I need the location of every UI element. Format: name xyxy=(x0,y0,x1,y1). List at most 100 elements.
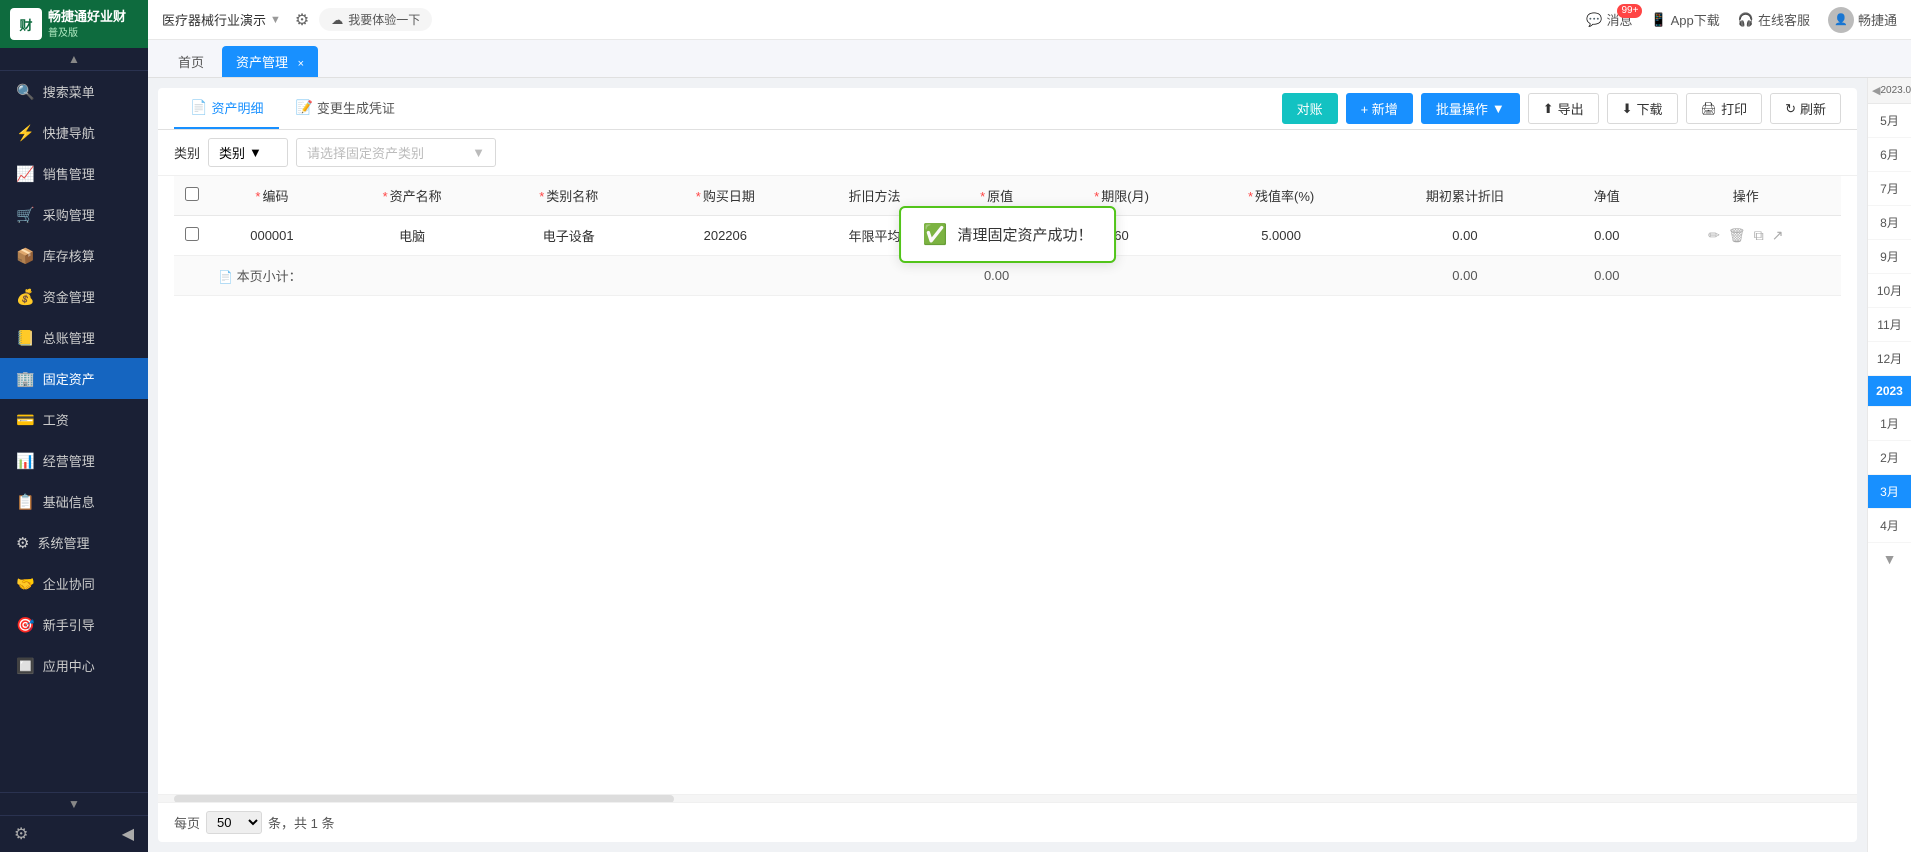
cal-month-7[interactable]: 7月 xyxy=(1868,172,1911,206)
download-icon: ⬇ xyxy=(1622,101,1633,117)
sidebar-item-operations[interactable]: 📊 经营管理 xyxy=(0,440,148,481)
cal-month-11[interactable]: 11月 xyxy=(1868,308,1911,342)
cal-year-2023[interactable]: 2023 xyxy=(1868,376,1911,407)
calendar-left-icon[interactable]: ◀ xyxy=(1872,84,1880,97)
cell-residual-rate: 5.0000 xyxy=(1195,216,1367,256)
collapse-icon[interactable]: ◀ xyxy=(122,824,134,844)
category-value-input[interactable]: 请选择固定资产类别 ▼ xyxy=(296,138,496,167)
export-button[interactable]: ⬆ 导出 xyxy=(1528,93,1599,124)
cal-month-12[interactable]: 12月 xyxy=(1868,342,1911,376)
calendar-bottom-arrow[interactable]: ▼ xyxy=(1883,543,1897,575)
success-toast: ✅ 清理固定资产成功！ xyxy=(899,206,1117,263)
appstore-icon: 🔲 xyxy=(16,657,35,675)
table-container: ✅ 清理固定资产成功！ *编码 *资产名称 *类别名称 *购买日期 xyxy=(158,176,1857,794)
content-panel: 📄 资产明细 📝 变更生成凭证 对账 + 新增 批量操作 ▼ ⬆ xyxy=(158,88,1857,842)
edit-icon[interactable]: ✏ xyxy=(1708,227,1720,244)
experience-label: 我要体验一下 xyxy=(348,11,420,28)
cell-code: 000001 xyxy=(210,216,334,256)
sidebar-item-appstore[interactable]: 🔲 应用中心 xyxy=(0,645,148,686)
cal-month-5[interactable]: 5月 xyxy=(1868,104,1911,138)
customer-service-button[interactable]: 🎧 在线客服 xyxy=(1738,10,1810,29)
sub-tab-asset-detail[interactable]: 📄 资产明细 xyxy=(174,88,279,129)
cal-month-4[interactable]: 4月 xyxy=(1868,509,1911,543)
refresh-icon: ↻ xyxy=(1785,101,1796,117)
cal-month-9[interactable]: 9月 xyxy=(1868,240,1911,274)
tabbar: 首页 资产管理 × xyxy=(148,40,1911,78)
cal-month-8[interactable]: 8月 xyxy=(1868,206,1911,240)
filter-placeholder: 请选择固定资产类别 xyxy=(307,143,424,162)
select-all-checkbox[interactable] xyxy=(185,187,199,201)
horizontal-scrollbar[interactable] xyxy=(158,794,1857,802)
sidebar-item-inventory[interactable]: 📦 库存核算 xyxy=(0,235,148,276)
chevron-down-icon: ▼ xyxy=(249,145,262,160)
download-button[interactable]: ⬇ 下载 xyxy=(1607,93,1678,124)
sidebar-item-sales[interactable]: 📈 销售管理 xyxy=(0,153,148,194)
cal-month-6[interactable]: 6月 xyxy=(1868,138,1911,172)
total-count: 条，共 1 条 xyxy=(268,813,334,832)
sub-tab-voucher[interactable]: 📝 变更生成凭证 xyxy=(279,88,410,129)
cal-month-10[interactable]: 10月 xyxy=(1868,274,1911,308)
print-icon: 🖨 xyxy=(1701,101,1718,117)
user-menu[interactable]: 👤 畅捷通 xyxy=(1828,7,1897,33)
sidebar-item-label: 企业协同 xyxy=(43,574,95,593)
col-net-value: 净值 xyxy=(1563,176,1651,216)
refresh-button[interactable]: ↻ 刷新 xyxy=(1770,93,1841,124)
batch-ops-button[interactable]: 批量操作 ▼ xyxy=(1421,93,1520,124)
nav-icon: ⚡ xyxy=(16,124,35,142)
company-selector[interactable]: 医疗器械行业演示 ▼ xyxy=(162,10,281,29)
row-checkbox[interactable] xyxy=(185,227,199,241)
tab-close-icon[interactable]: × xyxy=(298,58,304,70)
export-icon: ⬆ xyxy=(1543,101,1554,117)
messages-button[interactable]: 💬 消息 99+ xyxy=(1586,10,1632,29)
tab-home[interactable]: 首页 xyxy=(164,46,218,77)
sidebar-item-salary[interactable]: 💳 工资 xyxy=(0,399,148,440)
sidebar-scroll-up[interactable]: ▲ xyxy=(0,48,148,71)
cell-net-value: 0.00 xyxy=(1563,216,1651,256)
message-icon: 💬 xyxy=(1586,12,1602,28)
topbar-right: 💬 消息 99+ 📱 App下载 🎧 在线客服 👤 畅捷通 xyxy=(1586,7,1897,33)
category-type-select[interactable]: 类别 ▼ xyxy=(208,138,288,167)
per-page-select[interactable]: 50 100 200 xyxy=(206,811,262,834)
tab-asset-management[interactable]: 资产管理 × xyxy=(222,46,318,77)
sidebar-item-ledger[interactable]: 📒 总账管理 xyxy=(0,317,148,358)
tab-label: 资产管理 xyxy=(236,55,288,70)
sidebar-item-purchase[interactable]: 🛒 采购管理 xyxy=(0,194,148,235)
sidebar-item-guide[interactable]: 🎯 新手引导 xyxy=(0,604,148,645)
experience-button[interactable]: ☁ 我要体验一下 xyxy=(319,8,432,31)
sub-tabs: 📄 资产明细 📝 变更生成凭证 对账 + 新增 批量操作 ▼ ⬆ xyxy=(158,88,1857,130)
filter-bar: 类别 类别 ▼ 请选择固定资产类别 ▼ xyxy=(158,130,1857,176)
sidebar-scroll-down[interactable]: ▼ xyxy=(0,792,148,815)
company-name: 医疗器械行业演示 xyxy=(162,10,266,29)
sidebar-item-label: 应用中心 xyxy=(43,656,95,675)
more-icon[interactable]: ↗ xyxy=(1772,227,1784,244)
sidebar-item-nav[interactable]: ⚡ 快捷导航 xyxy=(0,112,148,153)
sidebar-item-system[interactable]: ⚙ 系统管理 xyxy=(0,522,148,563)
settings-icon[interactable]: ⚙ xyxy=(14,824,28,844)
detail-icon: 📄 xyxy=(190,99,207,116)
cal-month-1[interactable]: 1月 xyxy=(1868,407,1911,441)
cell-accumulated: 0.00 xyxy=(1367,216,1563,256)
sidebar-item-enterprise[interactable]: 🤝 企业协同 xyxy=(0,563,148,604)
cal-month-3-active[interactable]: 3月 xyxy=(1868,475,1911,509)
sidebar-item-fixed-assets[interactable]: 🏢 固定资产 xyxy=(0,358,148,399)
copy-icon[interactable]: ⧉ xyxy=(1754,227,1764,244)
sidebar-item-search[interactable]: 🔍 搜索菜单 xyxy=(0,71,148,112)
sub-tab-label: 变更生成凭证 xyxy=(317,98,395,117)
app-download-button[interactable]: 📱 App下载 xyxy=(1650,10,1719,29)
print-button[interactable]: 🖨 打印 xyxy=(1686,93,1763,124)
sidebar-item-label: 工资 xyxy=(43,410,69,429)
delete-icon[interactable]: 🗑 xyxy=(1728,227,1746,244)
logo-icon: 财 xyxy=(10,8,42,40)
topbar-settings-icon[interactable]: ⚙ xyxy=(295,10,309,30)
logo-main: 畅捷通好业财 xyxy=(48,9,126,25)
calendar-year-month: 2023.03 xyxy=(1880,85,1911,96)
reconcile-button[interactable]: 对账 xyxy=(1282,93,1338,124)
message-badge: 99+ xyxy=(1617,4,1642,18)
cal-month-2[interactable]: 2月 xyxy=(1868,441,1911,475)
cell-date: 202206 xyxy=(647,216,804,256)
sales-icon: 📈 xyxy=(16,165,35,183)
sidebar-item-finance[interactable]: 💰 资金管理 xyxy=(0,276,148,317)
col-residual-rate: *残值率(%) xyxy=(1195,176,1367,216)
sidebar-item-basic-info[interactable]: 📋 基础信息 xyxy=(0,481,148,522)
new-button[interactable]: + 新增 xyxy=(1346,93,1413,124)
